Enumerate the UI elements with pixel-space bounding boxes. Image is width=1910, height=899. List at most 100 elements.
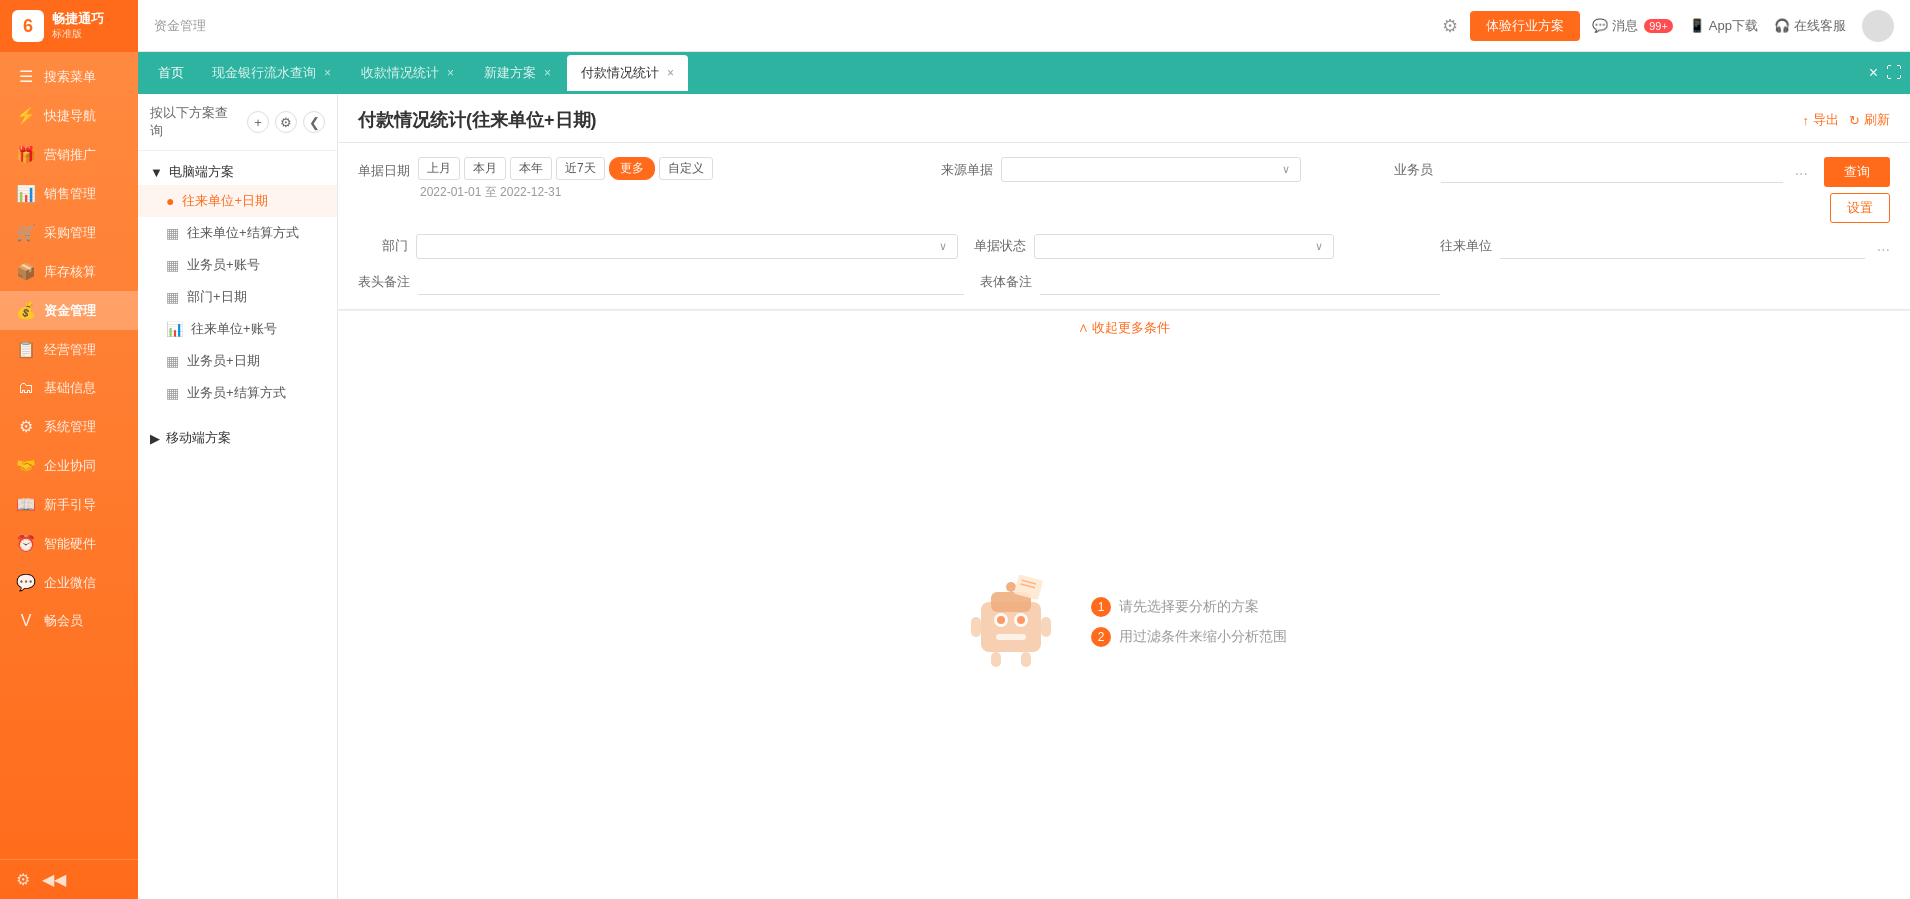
last-month-btn[interactable]: 上月 [418,157,460,180]
plan-staff-settle[interactable]: ▦ 业务员+结算方式 [138,377,337,409]
more-btn[interactable]: 更多 [609,157,655,180]
dept-chevron-icon: ∨ [939,240,947,253]
tab-bar-actions: × ⛶ [1869,64,1902,82]
sidebar-logo: 6 畅捷通巧 标准版 [0,0,138,53]
service-icon: 🎧 [1774,18,1790,33]
sidebar-collapse-icon[interactable]: ◀◀ [42,870,66,889]
staff-dots[interactable]: ... [1795,161,1808,179]
chevron-down-icon: ▼ [150,165,163,180]
plan-partner-date[interactable]: ● 往来单位+日期 [138,185,337,217]
partner-dots[interactable]: ... [1877,237,1890,255]
add-plan-button[interactable]: + [247,111,269,133]
plan-icon: ▦ [166,225,179,241]
page-actions: ↑ 导出 ↻ 刷新 [1803,111,1891,129]
tab-maximize-icon[interactable]: ⛶ [1886,64,1902,82]
sidebar-item-member[interactable]: V畅会员 [0,602,138,640]
content-area: 按以下方案查询 + ⚙ ❮ ▼ 电脑端方案 ● 往来单位+日期 ▦ [138,94,1910,899]
dept-select[interactable]: ∨ [416,234,958,259]
status-label: 单据状态 [974,237,1026,255]
source-select[interactable]: ∨ [1001,157,1301,182]
plan-partner-account[interactable]: 📊 往来单位+账号 [138,313,337,345]
plan-icon: ▦ [166,257,179,273]
online-service-button[interactable]: 🎧 在线客服 [1774,17,1846,35]
sidebar-item-basic-info[interactable]: 🗂基础信息 [0,369,138,407]
user-avatar[interactable] [1862,10,1894,42]
sidebar-item-purchase[interactable]: 🛒采购管理 [0,213,138,252]
empty-content: 1 请先选择要分析的方案 2 用过滤条件来缩小分析范围 [961,572,1287,672]
date-label: 单据日期 [358,157,410,180]
logo-icon: 6 [12,10,44,42]
chevron-right-icon: ▶ [150,431,160,446]
sidebar-item-quick-nav[interactable]: ⚡快捷导航 [0,96,138,135]
tab-close-all-icon[interactable]: × [1869,64,1878,82]
plan-dept-date[interactable]: ▦ 部门+日期 [138,281,337,313]
filter-area: 单据日期 上月 本月 本年 近7天 更多 自定义 2022-01-01 至 20… [338,143,1910,310]
sidebar-item-operations[interactable]: 📋经营管理 [0,330,138,369]
tab-close-payment-stat[interactable]: × [667,66,674,80]
status-select[interactable]: ∨ [1034,234,1334,259]
refresh-button[interactable]: ↻ 刷新 [1849,111,1890,129]
sidebar-bottom: ⚙ ◀◀ [0,859,138,899]
setting-button[interactable]: 设置 [1830,193,1890,223]
svg-point-11 [1006,582,1016,592]
page-title: 付款情况统计(往来单位+日期) [358,108,1803,132]
tab-new-plan[interactable]: 新建方案 × [470,55,565,91]
sidebar-item-guide[interactable]: 📖新手引导 [0,485,138,524]
plan-staff-date[interactable]: ▦ 业务员+日期 [138,345,337,377]
last-7days-btn[interactable]: 近7天 [556,157,605,180]
sidebar-item-search-menu[interactable]: ☰搜索菜单 [0,57,138,96]
tab-bank-flow[interactable]: 现金银行流水查询 × [198,55,345,91]
tab-close-new-plan[interactable]: × [544,66,551,80]
this-year-btn[interactable]: 本年 [510,157,552,180]
desktop-plans-header[interactable]: ▼ 电脑端方案 [138,159,337,185]
header-settings-icon[interactable]: ⚙ [1442,15,1458,37]
collapse-up-icon: ∧ [1078,320,1093,335]
tab-payment-stat[interactable]: 付款情况统计 × [567,55,688,91]
left-panel: 按以下方案查询 + ⚙ ❮ ▼ 电脑端方案 ● 往来单位+日期 ▦ [138,94,338,899]
plan-partner-settle[interactable]: ▦ 往来单位+结算方式 [138,217,337,249]
staff-input[interactable] [1441,157,1783,183]
mobile-plans-header[interactable]: ▶ 移动端方案 [138,425,337,451]
query-button[interactable]: 查询 [1824,157,1890,187]
sidebar-item-wechat[interactable]: 💬企业微信 [0,563,138,602]
sidebar-item-hardware[interactable]: ⏰智能硬件 [0,524,138,563]
messages-button[interactable]: 💬 消息 99+ [1592,17,1673,35]
sidebar-item-marketing[interactable]: 🎁营销推广 [0,135,138,174]
sidebar-item-sales[interactable]: 📊销售管理 [0,174,138,213]
svg-rect-10 [1021,652,1031,667]
header-note-input[interactable] [418,269,964,295]
plan-icon: ● [166,193,174,209]
filter-row-1: 单据日期 上月 本月 本年 近7天 更多 自定义 2022-01-01 至 20… [358,157,1890,223]
trial-button[interactable]: 体验行业方案 [1470,11,1580,41]
right-panel: 付款情况统计(往来单位+日期) ↑ 导出 ↻ 刷新 单 [338,94,1910,899]
tab-close-payment-stats[interactable]: × [447,66,454,80]
export-icon: ↑ [1803,113,1810,128]
tab-payment-stats[interactable]: 收款情况统计 × [347,55,468,91]
tab-home[interactable]: 首页 [146,55,196,91]
partner-label: 往来单位 [1440,237,1492,255]
logo-text: 畅捷通巧 标准版 [52,11,104,42]
sidebar-item-enterprise[interactable]: 🤝企业协同 [0,446,138,485]
svg-rect-9 [991,652,1001,667]
sidebar-settings-icon[interactable]: ⚙ [16,870,30,889]
nav-icon-member: V [16,612,36,630]
partner-input[interactable] [1500,233,1865,259]
plan-settings-button[interactable]: ⚙ [275,111,297,133]
app-download-button[interactable]: 📱 App下载 [1689,17,1758,35]
tab-close-bank-flow[interactable]: × [324,66,331,80]
body-note-input[interactable] [1040,269,1440,295]
sidebar-item-inventory[interactable]: 📦库存核算 [0,252,138,291]
collapse-bar[interactable]: ∧ 收起更多条件 [338,310,1910,345]
nav-icon-marketing: 🎁 [16,145,36,164]
this-month-btn[interactable]: 本月 [464,157,506,180]
custom-btn[interactable]: 自定义 [659,157,713,180]
nav-icon-purchase: 🛒 [16,223,36,242]
collapse-panel-button[interactable]: ❮ [303,111,325,133]
sidebar-item-finance[interactable]: 💰资金管理 [0,291,138,330]
tab-bar: 首页 现金银行流水查询 × 收款情况统计 × 新建方案 × 付款情况统计 × ×… [138,52,1910,94]
staff-label: 业务员 [1383,161,1433,179]
export-button[interactable]: ↑ 导出 [1803,111,1840,129]
empty-tips: 1 请先选择要分析的方案 2 用过滤条件来缩小分析范围 [1091,597,1287,647]
plan-staff-account[interactable]: ▦ 业务员+账号 [138,249,337,281]
sidebar-item-system[interactable]: ⚙系统管理 [0,407,138,446]
